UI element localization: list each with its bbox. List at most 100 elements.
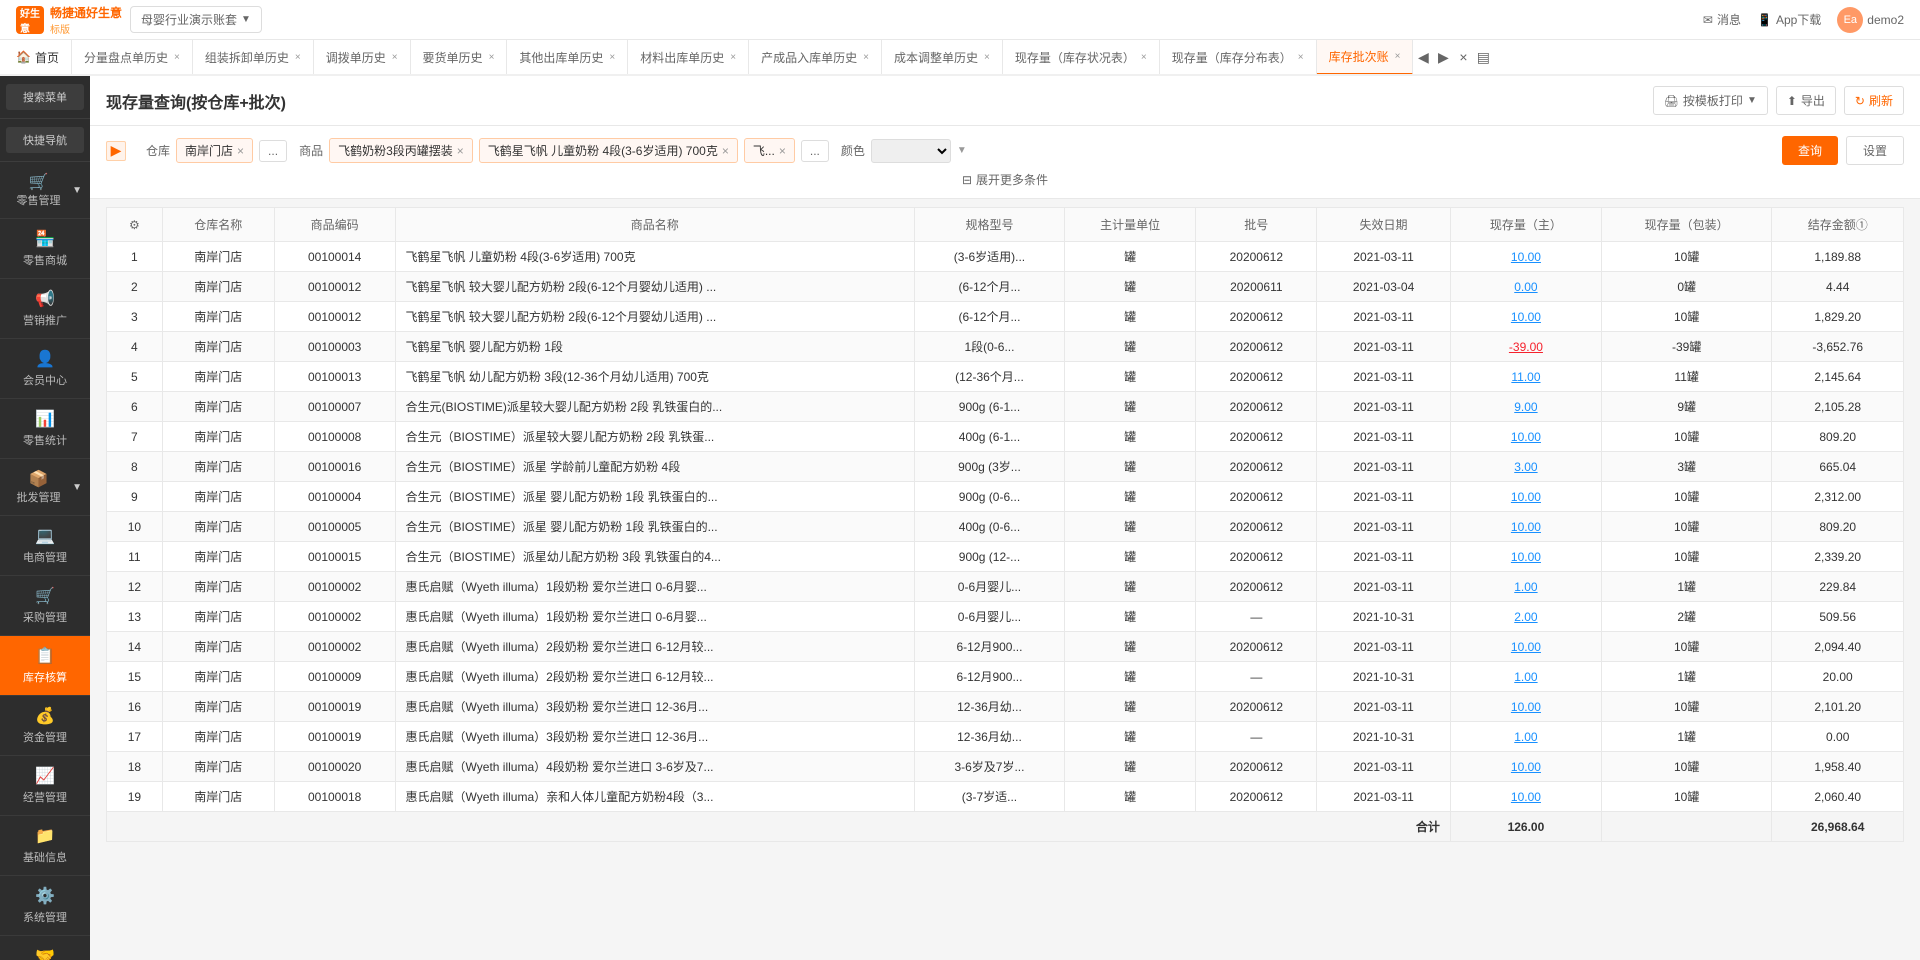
close-icon[interactable]: × — [609, 52, 615, 63]
tab-close-btn[interactable]: × — [1453, 40, 1473, 75]
goods-tag-feihe3[interactable]: 飞鹤奶粉3段丙罐摆装 × — [329, 138, 473, 163]
tab-require[interactable]: 要货单历史 × — [411, 40, 508, 75]
cell-name: 合生元（BIOSTIME）派星幼儿配方奶粉 3段 乳铁蛋白的4... — [395, 542, 914, 572]
cell-qty-main[interactable]: 10.00 — [1450, 482, 1601, 512]
cell-qty-main[interactable]: 11.00 — [1450, 362, 1601, 392]
goods-tag-remove-icon[interactable]: × — [457, 144, 464, 158]
tab-mixing[interactable]: 调拨单历史 × — [314, 40, 411, 75]
tab-material-out[interactable]: 材料出库单历史 × — [628, 40, 749, 75]
expand-chevron-icon: ⊟ — [962, 173, 972, 187]
tab-product-in[interactable]: 产成品入库单历史 × — [749, 40, 882, 75]
cell-name: 合生元（BIOSTIME）派星 学龄前儿童配方奶粉 4段 — [395, 452, 914, 482]
goods-more-btn[interactable]: ... — [801, 140, 829, 162]
cell-qty-main[interactable]: 10.00 — [1450, 242, 1601, 272]
app-download-btn[interactable]: 📱 App下载 — [1757, 11, 1821, 28]
cell-qty-main[interactable]: 10.00 — [1450, 632, 1601, 662]
color-select[interactable] — [871, 139, 951, 163]
tab-current-dist[interactable]: 现存量（库存分布表） × — [1160, 40, 1317, 75]
setting-btn[interactable]: 设置 — [1846, 136, 1904, 165]
close-icon[interactable]: × — [174, 52, 180, 63]
sidebar-item-retail-mgmt[interactable]: 🛒 零售管理 ▼ — [0, 162, 90, 219]
tab-disassemble[interactable]: 组装拆卸单历史 × — [193, 40, 314, 75]
cell-amount: -3,652.76 — [1772, 332, 1904, 362]
goods-tag-remove-icon[interactable]: × — [779, 144, 786, 158]
cell-qty-main[interactable]: 10.00 — [1450, 782, 1601, 812]
close-icon[interactable]: × — [489, 52, 495, 63]
cell-qty-main[interactable]: 1.00 — [1450, 572, 1601, 602]
sidebar-item-enterprise[interactable]: 🤝 企业协同 — [0, 936, 90, 960]
sidebar-item-member[interactable]: 👤 会员中心 — [0, 339, 90, 399]
cell-qty-main[interactable]: 2.00 — [1450, 602, 1601, 632]
cell-qty-main[interactable]: 0.00 — [1450, 272, 1601, 302]
tab-current-status[interactable]: 现存量（库存状况表） × — [1003, 40, 1160, 75]
close-icon[interactable]: × — [863, 52, 869, 63]
sidebar-item-retail-shop[interactable]: 🏪 零售商城 — [0, 219, 90, 279]
sidebar-label-purchase: 采购管理 — [23, 609, 67, 625]
export-btn[interactable]: ⬆ 导出 — [1776, 86, 1836, 115]
sidebar-item-inventory[interactable]: 📋 库存核算 — [0, 636, 90, 696]
tab-menu-btn[interactable]: ▤ — [1473, 40, 1493, 75]
expand-conditions-btn[interactable]: ⊟ 展开更多条件 — [106, 171, 1904, 188]
template-print-btn[interactable]: 🖨 按模板打印 ▼ — [1653, 86, 1768, 115]
refresh-btn[interactable]: ↻ 刷新 — [1844, 86, 1904, 115]
search-menu-btn[interactable]: 搜索菜单 — [6, 84, 84, 110]
warehouse-tag-remove-icon[interactable]: × — [237, 144, 244, 158]
goods-label: 商品 — [299, 142, 323, 159]
sidebar-item-marketing[interactable]: 📢 营销推广 — [0, 279, 90, 339]
cell-code: 00100020 — [274, 752, 395, 782]
sidebar-item-purchase[interactable]: 🛒 采购管理 — [0, 576, 90, 636]
goods-tag-remove-icon[interactable]: × — [722, 144, 729, 158]
sidebar-item-finance[interactable]: 💰 资金管理 — [0, 696, 90, 756]
close-icon[interactable]: × — [392, 52, 398, 63]
tab-home[interactable]: 🏠 首页 — [4, 40, 72, 75]
cell-spec: 900g (6-1... — [915, 392, 1065, 422]
message-btn[interactable]: ✉ 消息 — [1703, 11, 1741, 28]
goods-tag-label-2: 飞鹤星飞帆 儿童奶粉 4段(3-6岁适用) 700克 — [488, 142, 718, 159]
query-btn[interactable]: 查询 — [1782, 136, 1838, 165]
cell-qty-main[interactable]: 10.00 — [1450, 692, 1601, 722]
cell-qty-main[interactable]: 1.00 — [1450, 722, 1601, 752]
cell-qty-main[interactable]: 1.00 — [1450, 662, 1601, 692]
tab-split[interactable]: 分量盘点单历史 × — [72, 40, 193, 75]
warehouse-more-btn[interactable]: ... — [259, 140, 287, 162]
tab-other-out[interactable]: 其他出库单历史 × — [507, 40, 628, 75]
tab-next-btn[interactable]: ▶ — [1433, 40, 1453, 75]
dropdown-chevron-icon: ▼ — [1747, 95, 1757, 106]
close-icon[interactable]: × — [1141, 52, 1147, 63]
cell-qty-main[interactable]: -39.00 — [1450, 332, 1601, 362]
close-icon[interactable]: × — [984, 52, 990, 63]
sidebar-item-system[interactable]: ⚙️ 系统管理 — [0, 876, 90, 936]
user-menu[interactable]: Ea demo2 — [1837, 7, 1904, 33]
warehouse-tag-nangan[interactable]: 南岸门店 × — [176, 138, 253, 163]
goods-tag-feihe4[interactable]: 飞鹤星飞帆 儿童奶粉 4段(3-6岁适用) 700克 × — [479, 138, 738, 163]
close-icon[interactable]: × — [1395, 51, 1401, 62]
cell-qty-main[interactable]: 3.00 — [1450, 452, 1601, 482]
sidebar-item-wholesale[interactable]: 📦 批发管理 ▼ — [0, 459, 90, 516]
sidebar-item-basic[interactable]: 📁 基础信息 — [0, 816, 90, 876]
tab-home-label: 首页 — [35, 49, 59, 66]
cell-qty-main[interactable]: 10.00 — [1450, 302, 1601, 332]
tab-cost-adjust[interactable]: 成本调整单历史 × — [882, 40, 1003, 75]
expand-arrow-btn[interactable]: ▶ — [106, 141, 126, 161]
th-checkbox[interactable]: ⚙ — [107, 208, 163, 242]
cell-code: 00100012 — [274, 302, 395, 332]
th-qty-pkg: 现存量（包装） — [1601, 208, 1771, 242]
tab-prev-btn[interactable]: ◀ — [1413, 40, 1433, 75]
cell-qty-main[interactable]: 9.00 — [1450, 392, 1601, 422]
cell-qty-main[interactable]: 10.00 — [1450, 542, 1601, 572]
cell-qty-main[interactable]: 10.00 — [1450, 422, 1601, 452]
cell-qty-main[interactable]: 10.00 — [1450, 752, 1601, 782]
quicknav-btn[interactable]: 快捷导航 — [6, 127, 84, 153]
cell-expire: 2021-10-31 — [1317, 722, 1451, 752]
tab-batch[interactable]: 库存批次账 × — [1317, 40, 1414, 75]
industry-selector[interactable]: 母婴行业演示账套 ▼ — [130, 6, 262, 33]
sidebar-item-ecommerce[interactable]: 💻 电商管理 — [0, 516, 90, 576]
sidebar-item-retail-stat[interactable]: 📊 零售统计 — [0, 399, 90, 459]
goods-tag-more[interactable]: 飞... × — [744, 138, 795, 163]
close-icon[interactable]: × — [295, 52, 301, 63]
cell-qty-main[interactable]: 10.00 — [1450, 512, 1601, 542]
close-icon[interactable]: × — [730, 52, 736, 63]
gear-icon[interactable]: ⚙ — [129, 218, 140, 232]
close-icon[interactable]: × — [1298, 52, 1304, 63]
sidebar-item-business[interactable]: 📈 经营管理 — [0, 756, 90, 816]
